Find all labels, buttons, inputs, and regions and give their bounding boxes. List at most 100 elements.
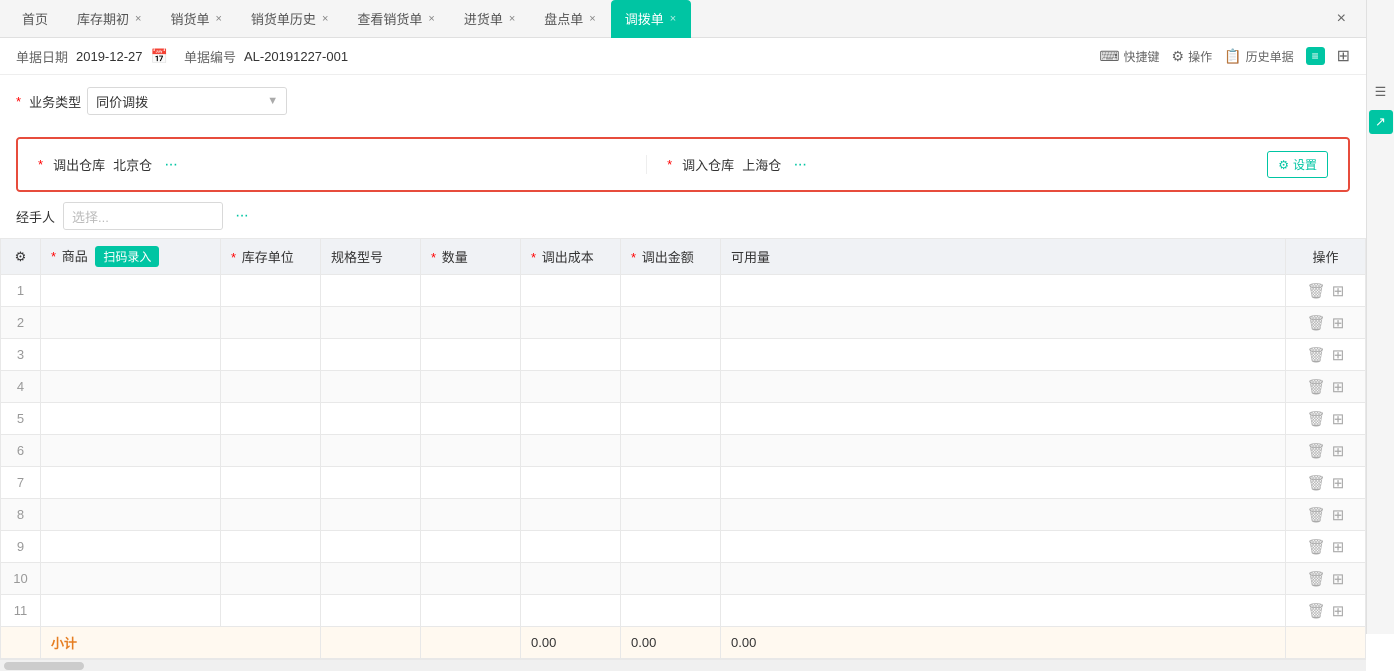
tab-transfer-order[interactable]: 调拨单 × [611,0,691,38]
unit-cell[interactable] [221,563,321,595]
history-button[interactable]: 📋 历史单据 [1224,48,1293,65]
date-value[interactable]: 2019-12-27 [76,49,143,64]
cost-cell[interactable] [521,467,621,499]
cost-cell[interactable] [521,275,621,307]
cost-cell[interactable] [521,339,621,371]
product-cell[interactable] [41,435,221,467]
available-cell[interactable] [721,467,1286,499]
product-cell[interactable] [41,275,221,307]
spec-cell[interactable] [321,563,421,595]
unit-cell[interactable] [221,435,321,467]
tab-view-sales-close[interactable]: × [428,13,434,25]
settings-button[interactable]: ⚙ 设置 [1267,151,1328,178]
cost-cell[interactable] [521,531,621,563]
sidebar-expand-button[interactable]: ↗ [1369,110,1393,134]
delete-icon[interactable]: 🗑 [1307,474,1326,492]
amount-cell[interactable] [621,403,721,435]
delete-icon[interactable]: 🗑 [1307,314,1326,332]
operations-button[interactable]: ⚙ 操作 [1172,48,1213,65]
amount-cell[interactable] [621,435,721,467]
cost-cell[interactable] [521,371,621,403]
unit-cell[interactable] [221,403,321,435]
unit-cell[interactable] [221,467,321,499]
amount-cell[interactable] [621,371,721,403]
copy-icon[interactable]: ⊞ [1332,602,1345,620]
tab-view-sales[interactable]: 查看销货单 × [343,0,449,38]
cost-cell[interactable] [521,403,621,435]
qty-cell[interactable] [421,403,521,435]
qty-cell[interactable] [421,307,521,339]
scan-button[interactable]: 扫码录入 [95,246,159,267]
handler-select[interactable]: 选择... [63,202,223,230]
scroll-thumb[interactable] [4,662,84,670]
product-cell[interactable] [41,499,221,531]
available-cell[interactable] [721,403,1286,435]
cost-cell[interactable] [521,595,621,627]
copy-icon[interactable]: ⊞ [1332,570,1345,588]
product-cell[interactable] [41,339,221,371]
amount-cell[interactable] [621,467,721,499]
tab-sales-history[interactable]: 销货单历史 × [237,0,343,38]
tab-sales-order-close[interactable]: × [215,13,221,25]
qty-cell[interactable] [421,595,521,627]
delete-icon[interactable]: 🗑 [1307,570,1326,588]
delete-icon[interactable]: 🗑 [1307,378,1326,396]
th-gear[interactable]: ⚙ [1,239,41,275]
copy-icon[interactable]: ⊞ [1332,314,1345,332]
available-cell[interactable] [721,563,1286,595]
spec-cell[interactable] [321,403,421,435]
tab-transfer-order-close[interactable]: × [670,13,676,25]
unit-cell[interactable] [221,307,321,339]
qty-cell[interactable] [421,339,521,371]
qty-cell[interactable] [421,371,521,403]
available-cell[interactable] [721,499,1286,531]
delete-icon[interactable]: 🗑 [1307,346,1326,364]
available-cell[interactable] [721,275,1286,307]
copy-icon[interactable]: ⊞ [1332,410,1345,428]
copy-icon[interactable]: ⊞ [1332,442,1345,460]
cost-cell[interactable] [521,435,621,467]
delete-icon[interactable]: 🗑 [1307,506,1326,524]
tab-sales-history-close[interactable]: × [322,13,328,25]
spec-cell[interactable] [321,595,421,627]
cost-cell[interactable] [521,499,621,531]
qty-cell[interactable] [421,275,521,307]
tab-purchase-order[interactable]: 进货单 × [450,0,530,38]
qty-cell[interactable] [421,467,521,499]
business-type-select[interactable]: 同价调拨 ▼ [87,87,287,115]
qty-cell[interactable] [421,531,521,563]
copy-icon[interactable]: ⊞ [1332,538,1345,556]
tab-home[interactable]: 首页 [8,0,63,38]
spec-cell[interactable] [321,435,421,467]
available-cell[interactable] [721,339,1286,371]
shortcuts-button[interactable]: ⌨ 快捷键 [1099,48,1159,65]
product-cell[interactable] [41,563,221,595]
unit-cell[interactable] [221,595,321,627]
spec-cell[interactable] [321,371,421,403]
window-close-button[interactable]: × [1325,10,1358,28]
tab-sales-order[interactable]: 销货单 × [156,0,236,38]
transfer-in-value[interactable]: 上海仓 [742,155,781,174]
unit-cell[interactable] [221,499,321,531]
spec-cell[interactable] [321,531,421,563]
available-cell[interactable] [721,371,1286,403]
unit-cell[interactable] [221,339,321,371]
available-cell[interactable] [721,435,1286,467]
amount-cell[interactable] [621,307,721,339]
sidebar-list-button[interactable]: ☰ [1369,80,1393,104]
tab-inventory-check-close[interactable]: × [589,13,595,25]
delete-icon[interactable]: 🗑 [1307,282,1326,300]
product-cell[interactable] [41,307,221,339]
cost-cell[interactable] [521,307,621,339]
layout-button-1[interactable]: ≡ [1306,47,1325,65]
qty-cell[interactable] [421,563,521,595]
spec-cell[interactable] [321,499,421,531]
amount-cell[interactable] [621,531,721,563]
product-cell[interactable] [41,531,221,563]
amount-cell[interactable] [621,339,721,371]
unit-cell[interactable] [221,531,321,563]
tab-inventory-check[interactable]: 盘点单 × [530,0,610,38]
delete-icon[interactable]: 🗑 [1307,410,1326,428]
tab-inventory-init-close[interactable]: × [135,13,141,25]
qty-cell[interactable] [421,499,521,531]
